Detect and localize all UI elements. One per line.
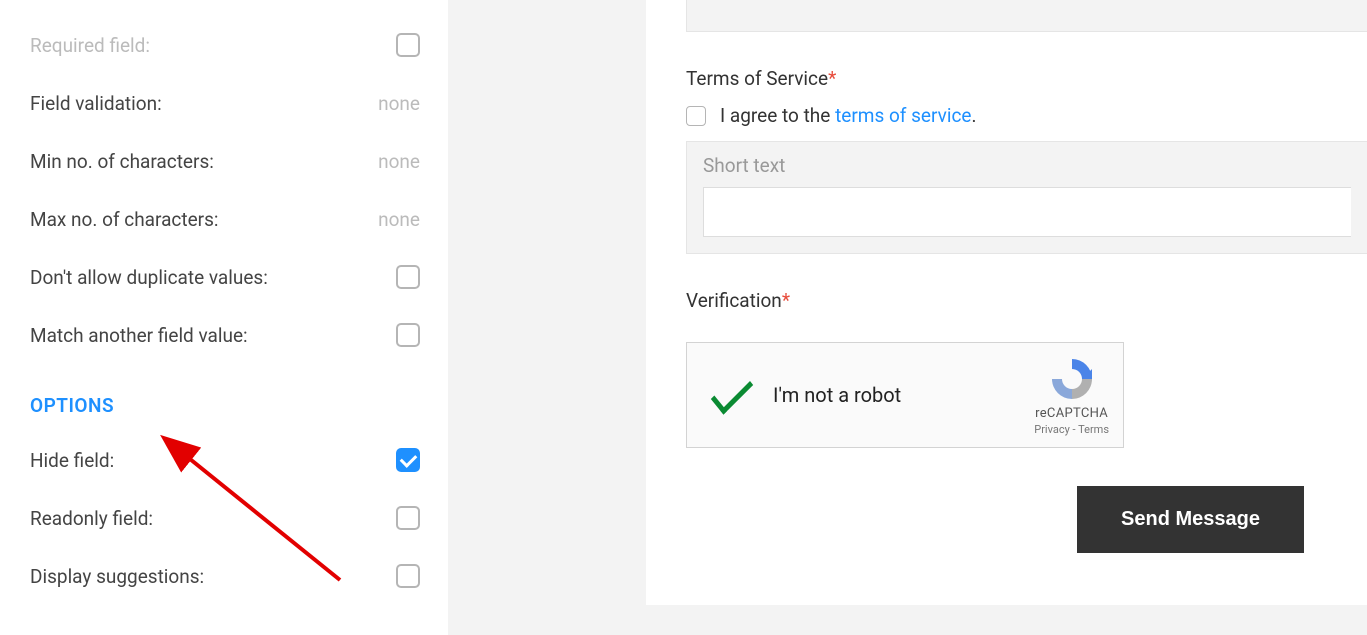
send-message-button[interactable]: Send Message: [1077, 486, 1304, 553]
textarea-preview[interactable]: [686, 0, 1367, 32]
terms-prefix: I agree to the: [720, 104, 835, 127]
no-duplicates-checkbox[interactable]: [396, 265, 420, 289]
short-text-heading: Short text: [703, 154, 1351, 177]
match-field-checkbox[interactable]: [396, 323, 420, 347]
max-chars-label: Max no. of characters:: [30, 208, 219, 231]
field-validation-label: Field validation:: [30, 92, 162, 115]
required-star-icon: *: [828, 67, 836, 90]
terms-label: Terms of Service*: [686, 67, 1327, 90]
no-duplicates-label: Don't allow duplicate values:: [30, 266, 268, 289]
terms-checkbox[interactable]: [686, 106, 706, 126]
readonly-field-row: Readonly field:: [30, 489, 420, 547]
max-chars-value: none: [378, 208, 420, 231]
terms-checkbox-line: I agree to the terms of service.: [686, 104, 1327, 127]
recaptcha-logo-icon: [1048, 355, 1096, 403]
short-text-input[interactable]: [703, 187, 1351, 237]
recaptcha-widget[interactable]: I'm not a robot reCAPTCHA Privacy - Term…: [686, 342, 1124, 448]
terms-text: I agree to the terms of service.: [720, 104, 976, 127]
required-field-row: Required field:: [30, 16, 420, 74]
min-chars-row[interactable]: Min no. of characters: none: [30, 132, 420, 190]
recaptcha-left: I'm not a robot: [711, 383, 901, 407]
max-chars-row[interactable]: Max no. of characters: none: [30, 190, 420, 248]
short-text-block: Short text: [686, 141, 1367, 254]
terms-suffix: .: [971, 104, 976, 127]
match-field-row: Match another field value:: [30, 306, 420, 364]
checkmark-icon: [711, 369, 753, 414]
display-suggestions-label: Display suggestions:: [30, 565, 204, 588]
hide-field-checkbox[interactable]: [396, 448, 420, 472]
settings-panel: Required field: Field validation: none M…: [0, 0, 448, 635]
required-field-checkbox[interactable]: [396, 33, 420, 57]
hide-field-label: Hide field:: [30, 449, 114, 472]
recaptcha-links[interactable]: Privacy - Terms: [1034, 423, 1109, 436]
display-suggestions-checkbox[interactable]: [396, 564, 420, 588]
match-field-label: Match another field value:: [30, 324, 248, 347]
terms-label-text: Terms of Service: [686, 67, 828, 90]
hide-field-row: Hide field:: [30, 431, 420, 489]
required-field-label: Required field:: [30, 34, 150, 57]
readonly-field-checkbox[interactable]: [396, 506, 420, 530]
form-preview-panel: Terms of Service* I agree to the terms o…: [646, 0, 1367, 635]
verification-label: Verification*: [686, 289, 1327, 312]
min-chars-value: none: [378, 150, 420, 173]
options-header: OPTIONS: [30, 394, 420, 417]
readonly-field-label: Readonly field:: [30, 507, 153, 530]
display-suggestions-row: Display suggestions:: [30, 547, 420, 605]
required-star-icon: *: [782, 289, 790, 312]
panel-divider: [448, 0, 646, 635]
no-duplicates-row: Don't allow duplicate values:: [30, 248, 420, 306]
recaptcha-brand: reCAPTCHA: [1034, 406, 1109, 421]
form-card: Terms of Service* I agree to the terms o…: [646, 0, 1367, 605]
verification-label-text: Verification: [686, 289, 782, 312]
terms-link[interactable]: terms of service: [835, 104, 971, 127]
field-validation-value: none: [378, 92, 420, 115]
submit-row: Send Message: [686, 486, 1304, 553]
field-validation-row[interactable]: Field validation: none: [30, 74, 420, 132]
recaptcha-badge: reCAPTCHA Privacy - Terms: [1034, 355, 1109, 436]
min-chars-label: Min no. of characters:: [30, 150, 214, 173]
recaptcha-text: I'm not a robot: [773, 383, 901, 407]
